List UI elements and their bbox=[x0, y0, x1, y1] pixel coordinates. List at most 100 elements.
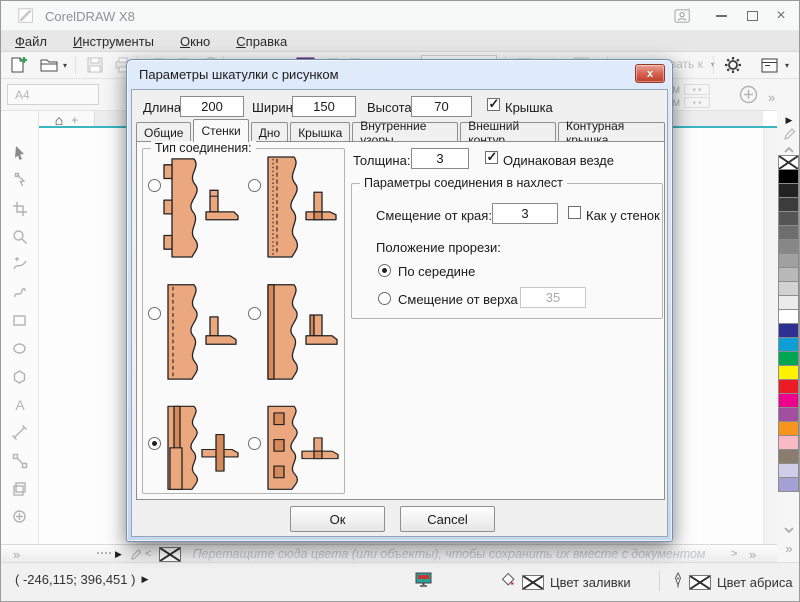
tab-vnutrennie-uzory[interactable]: Внутренние узоры bbox=[352, 119, 459, 147]
minimize-button[interactable] bbox=[707, 6, 735, 26]
color-swatch-gray-40[interactable] bbox=[778, 253, 799, 268]
connector-tool-icon[interactable] bbox=[8, 449, 32, 473]
docpalette-overflow-left-icon[interactable]: » bbox=[13, 545, 20, 563]
color-swatch-gray-70[interactable] bbox=[778, 211, 799, 226]
lid-checkbox[interactable] bbox=[487, 96, 500, 112]
menu-tools[interactable]: Инструменты bbox=[73, 34, 154, 49]
transparency-tool-icon[interactable] bbox=[8, 505, 32, 529]
color-swatch-red[interactable] bbox=[778, 379, 799, 394]
color-swatch-blue[interactable] bbox=[778, 323, 799, 338]
color-swatch-gray-30[interactable] bbox=[778, 267, 799, 282]
dimension-tool-icon[interactable] bbox=[8, 421, 32, 445]
menu-help[interactable]: Справка bbox=[236, 34, 287, 49]
joint-option-3[interactable] bbox=[145, 281, 243, 393]
docpalette-overflow-right-icon[interactable]: » bbox=[749, 545, 756, 563]
tab-obshchie[interactable]: Общие bbox=[136, 122, 192, 142]
tab-konturnaya-kryshka[interactable]: Контурная крышка bbox=[558, 119, 665, 147]
color-swatch-taupe[interactable] bbox=[778, 449, 799, 464]
tab-stenki[interactable]: Стенки bbox=[193, 119, 249, 142]
tab-kryshka[interactable]: Крышка bbox=[290, 122, 351, 142]
polygon-tool-icon[interactable] bbox=[8, 365, 32, 389]
docpalette-no-color-swatch[interactable] bbox=[159, 545, 181, 563]
palette-add-icon[interactable] bbox=[739, 85, 758, 109]
color-swatch-gray-80[interactable] bbox=[778, 197, 799, 212]
rectangle-tool-icon[interactable] bbox=[8, 309, 32, 333]
width-input[interactable] bbox=[292, 96, 356, 117]
options-gear-icon[interactable] bbox=[721, 54, 745, 76]
maximize-button[interactable] bbox=[738, 6, 766, 26]
overlap-params-group-label: Параметры соединения в нахлест bbox=[360, 176, 567, 190]
document-color-settings-icon[interactable] bbox=[415, 572, 432, 587]
palette-overflow-icon[interactable]: » bbox=[768, 90, 775, 105]
color-swatch-cyan[interactable] bbox=[778, 337, 799, 352]
color-swatch-lavender[interactable] bbox=[778, 463, 799, 478]
open-dropdown-icon[interactable]: ▾ bbox=[59, 54, 71, 76]
joint-option-1[interactable] bbox=[145, 155, 243, 267]
docpalette-flyout-icon[interactable]: ▶ bbox=[115, 545, 122, 563]
edge-offset-input[interactable] bbox=[492, 203, 558, 224]
zoom-tool-icon[interactable] bbox=[8, 225, 32, 249]
top-offset-input[interactable] bbox=[520, 287, 586, 308]
menu-file[interactable]: Файл bbox=[15, 34, 47, 49]
like-walls-checkbox[interactable] bbox=[568, 206, 581, 219]
launcher-dropdown-icon[interactable]: ▾ bbox=[781, 54, 793, 76]
height-input[interactable] bbox=[411, 96, 472, 117]
open-icon[interactable] bbox=[37, 54, 61, 76]
launcher-icon[interactable] bbox=[757, 54, 781, 76]
docpalette-scroll-right-icon[interactable]: > bbox=[731, 545, 737, 563]
shape-tool-icon[interactable] bbox=[8, 169, 32, 193]
color-swatch-pink[interactable] bbox=[778, 435, 799, 450]
fill-color-swatch[interactable] bbox=[522, 574, 544, 590]
color-swatch-periwinkle[interactable] bbox=[778, 477, 799, 492]
color-swatch-gray-90[interactable] bbox=[778, 183, 799, 198]
dialog-close-button[interactable]: x bbox=[635, 64, 665, 83]
close-button[interactable]: × bbox=[767, 6, 795, 26]
freehand-tool-icon[interactable] bbox=[8, 253, 32, 277]
thickness-input[interactable] bbox=[411, 148, 469, 169]
color-swatch-black[interactable] bbox=[778, 169, 799, 184]
docpalette-scroll-left-icon[interactable]: < bbox=[145, 545, 151, 563]
dialog-body: Длина: Ширина: Высота: Крышка Общие Стен… bbox=[131, 89, 668, 537]
palette-scroll-down-icon[interactable] bbox=[780, 521, 798, 539]
new-tab-icon[interactable]: + bbox=[71, 114, 78, 126]
uniform-checkbox[interactable] bbox=[485, 149, 498, 165]
vertical-scrollbar[interactable] bbox=[763, 128, 777, 544]
joint-option-4[interactable] bbox=[245, 281, 343, 393]
cancel-button[interactable]: Cancel bbox=[400, 506, 495, 532]
joint-option-6[interactable] bbox=[245, 403, 343, 515]
length-input[interactable] bbox=[180, 96, 244, 117]
color-swatch-gray-60[interactable] bbox=[778, 225, 799, 240]
top-offset-radio[interactable] bbox=[378, 292, 391, 305]
docpalette-edit-icon[interactable] bbox=[129, 545, 142, 563]
tab-vneshniy-kontur[interactable]: Внешний контур bbox=[460, 119, 557, 147]
text-tool-icon[interactable]: А bbox=[8, 393, 32, 417]
color-swatch-no-color[interactable] bbox=[778, 155, 799, 170]
color-swatch-magenta[interactable] bbox=[778, 393, 799, 408]
new-document-icon[interactable] bbox=[7, 54, 31, 76]
curve-tool-icon[interactable] bbox=[8, 281, 32, 305]
color-swatch-gray-50[interactable] bbox=[778, 239, 799, 254]
docpalette-drag-handle[interactable] bbox=[97, 545, 111, 563]
account-icon[interactable] bbox=[669, 6, 697, 26]
color-swatch-purple[interactable] bbox=[778, 407, 799, 422]
crop-tool-icon[interactable] bbox=[8, 197, 32, 221]
tab-dno[interactable]: Дно bbox=[250, 122, 289, 142]
joint-option-2[interactable] bbox=[245, 155, 343, 267]
outline-color-swatch[interactable] bbox=[689, 575, 711, 590]
coordinates-flyout-icon[interactable]: ▶ bbox=[141, 574, 148, 585]
middle-radio[interactable] bbox=[378, 264, 391, 277]
color-swatch-gray-10[interactable] bbox=[778, 295, 799, 310]
pick-tool-icon[interactable] bbox=[8, 141, 32, 165]
color-swatch-orange[interactable] bbox=[778, 421, 799, 436]
color-swatch-gray-20[interactable] bbox=[778, 281, 799, 296]
color-swatch-green[interactable] bbox=[778, 351, 799, 366]
palette-flyout-icon[interactable]: ▶ bbox=[780, 115, 798, 126]
color-swatch-yellow[interactable] bbox=[778, 365, 799, 380]
ellipse-tool-icon[interactable] bbox=[8, 337, 32, 361]
menu-window[interactable]: Окно bbox=[180, 34, 210, 49]
ok-button[interactable]: Ок bbox=[290, 506, 385, 532]
drop-shadow-tool-icon[interactable] bbox=[8, 477, 32, 501]
color-swatch-white[interactable] bbox=[778, 309, 799, 324]
joint-option-5[interactable] bbox=[145, 403, 243, 515]
palette-expand-icon[interactable]: » bbox=[780, 541, 798, 556]
